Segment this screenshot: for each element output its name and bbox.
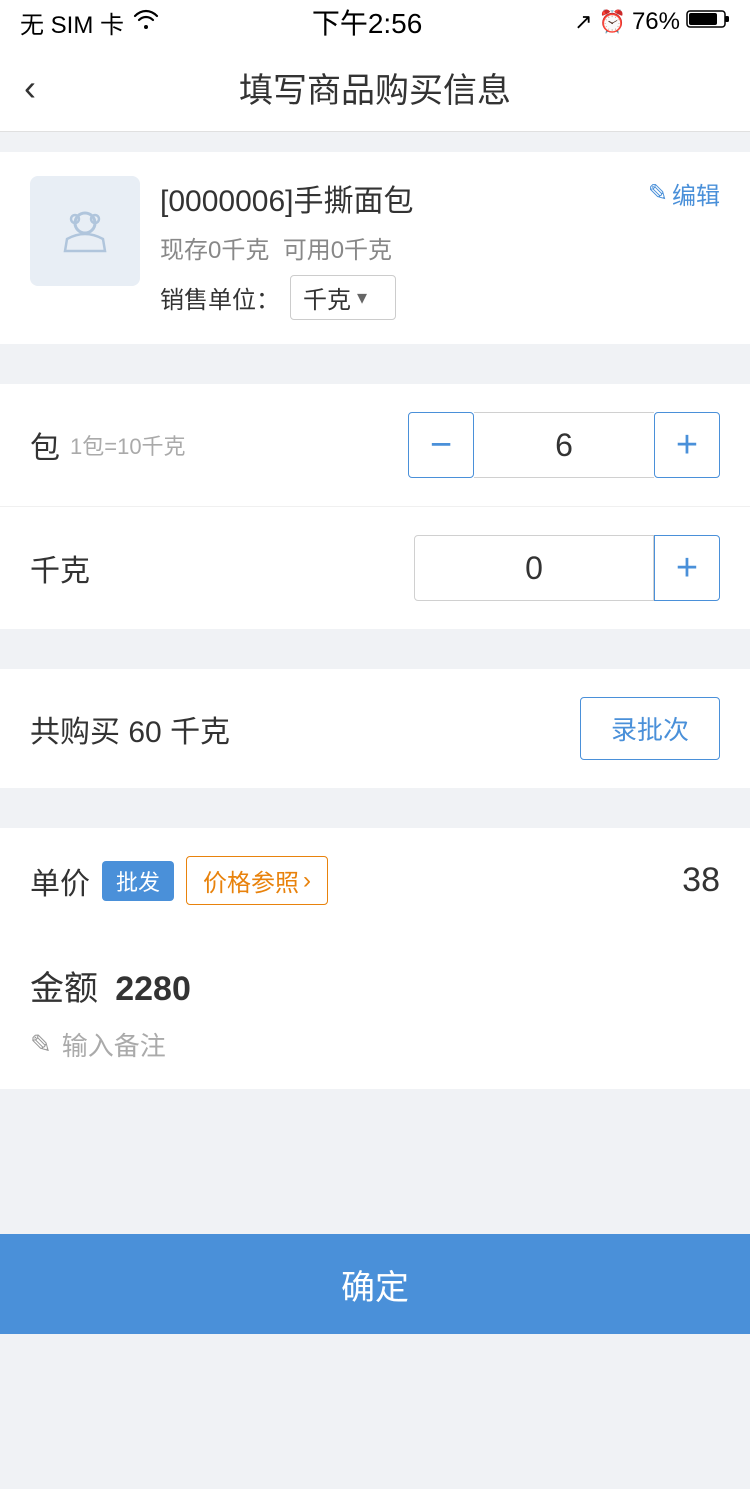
amount-row: 金额 2280	[30, 961, 720, 1010]
qty-section: 包 1包=10千克 − + 千克 +	[0, 384, 750, 629]
qty-input-kg[interactable]	[414, 535, 654, 601]
price-ref-label: 价格参照	[203, 863, 299, 898]
price-tag: 批发	[102, 861, 174, 901]
amount-section: 金额 2280 ✎ 输入备注	[0, 933, 750, 1089]
qty-input-bag[interactable]	[474, 412, 654, 478]
page-title: 填写商品购买信息	[239, 63, 511, 112]
qty-row-kg: 千克 +	[0, 507, 750, 629]
price-value: 38	[682, 861, 720, 900]
summary-text: 共购买 60 千克	[30, 707, 230, 751]
divider-1	[0, 344, 750, 364]
qty-controls-bag: − +	[408, 412, 720, 478]
back-button[interactable]: ‹	[24, 67, 36, 109]
divider-2	[0, 629, 750, 649]
price-ref-button[interactable]: 价格参照 ›	[186, 856, 328, 905]
status-bar: 无 SIM 卡 下午2:56 ↗ ⏰ 76%	[0, 0, 750, 44]
battery-icon	[686, 8, 730, 37]
qty-row-bag: 包 1包=10千克 − +	[0, 384, 750, 507]
product-unit-row: 销售单位： 千克 ▾	[160, 275, 720, 320]
qty-hint-bag: 1包=10千克	[70, 429, 408, 461]
wifi-icon	[132, 8, 160, 36]
unit-value: 千克	[303, 280, 351, 315]
status-right: ↗ ⏰ 76%	[574, 8, 730, 37]
alarm-icon: ⏰	[599, 9, 626, 35]
batch-button[interactable]: 录批次	[580, 697, 720, 760]
summary-row: 共购买 60 千克 录批次	[0, 669, 750, 788]
dropdown-arrow-icon: ▾	[357, 285, 367, 310]
product-card: [0000006]手撕面包 ✎ 编辑 现存0千克 可用0千克 销售单位： 千克 …	[0, 152, 750, 344]
carrier-text: 无 SIM 卡	[20, 5, 124, 40]
qty-label-kg: 千克	[30, 546, 90, 590]
price-left: 单价 批发 价格参照 ›	[30, 856, 328, 905]
nav-bar: ‹ 填写商品购买信息	[0, 44, 750, 132]
amount-value: 2280	[106, 970, 191, 1008]
product-info: [0000006]手撕面包 ✎ 编辑 现存0千克 可用0千克 销售单位： 千克 …	[160, 176, 720, 320]
unit-label: 销售单位：	[160, 280, 280, 315]
decrease-bag-button[interactable]: −	[408, 412, 474, 478]
price-row: 单价 批发 价格参照 › 38	[30, 856, 720, 905]
location-icon: ↗	[574, 9, 592, 35]
price-label: 单价	[30, 859, 90, 903]
qty-label-bag: 包	[30, 423, 60, 467]
divider-3	[0, 788, 750, 808]
price-ref-arrow-icon: ›	[303, 867, 311, 895]
status-left: 无 SIM 卡	[20, 5, 160, 40]
edit-button[interactable]: ✎ 编辑	[648, 176, 720, 211]
note-icon: ✎	[30, 1029, 52, 1060]
battery-text: 76%	[632, 8, 680, 36]
edit-label: 编辑	[672, 176, 720, 211]
price-section: 单价 批发 价格参照 › 38	[0, 828, 750, 933]
unit-dropdown[interactable]: 千克 ▾	[290, 275, 396, 320]
amount-label: 金额	[30, 970, 98, 1008]
status-time: 下午2:56	[312, 2, 423, 42]
increase-bag-button[interactable]: +	[654, 412, 720, 478]
note-row[interactable]: ✎ 输入备注	[30, 1010, 720, 1079]
edit-icon: ✎	[648, 179, 668, 208]
note-placeholder: 输入备注	[62, 1026, 166, 1063]
qty-controls-kg: +	[414, 535, 720, 601]
increase-kg-button[interactable]: +	[654, 535, 720, 601]
product-name: [0000006]手撕面包	[160, 176, 413, 220]
confirm-button[interactable]: 确定	[0, 1234, 750, 1334]
product-thumbnail	[30, 176, 140, 286]
product-stock: 现存0千克 可用0千克	[160, 230, 720, 265]
